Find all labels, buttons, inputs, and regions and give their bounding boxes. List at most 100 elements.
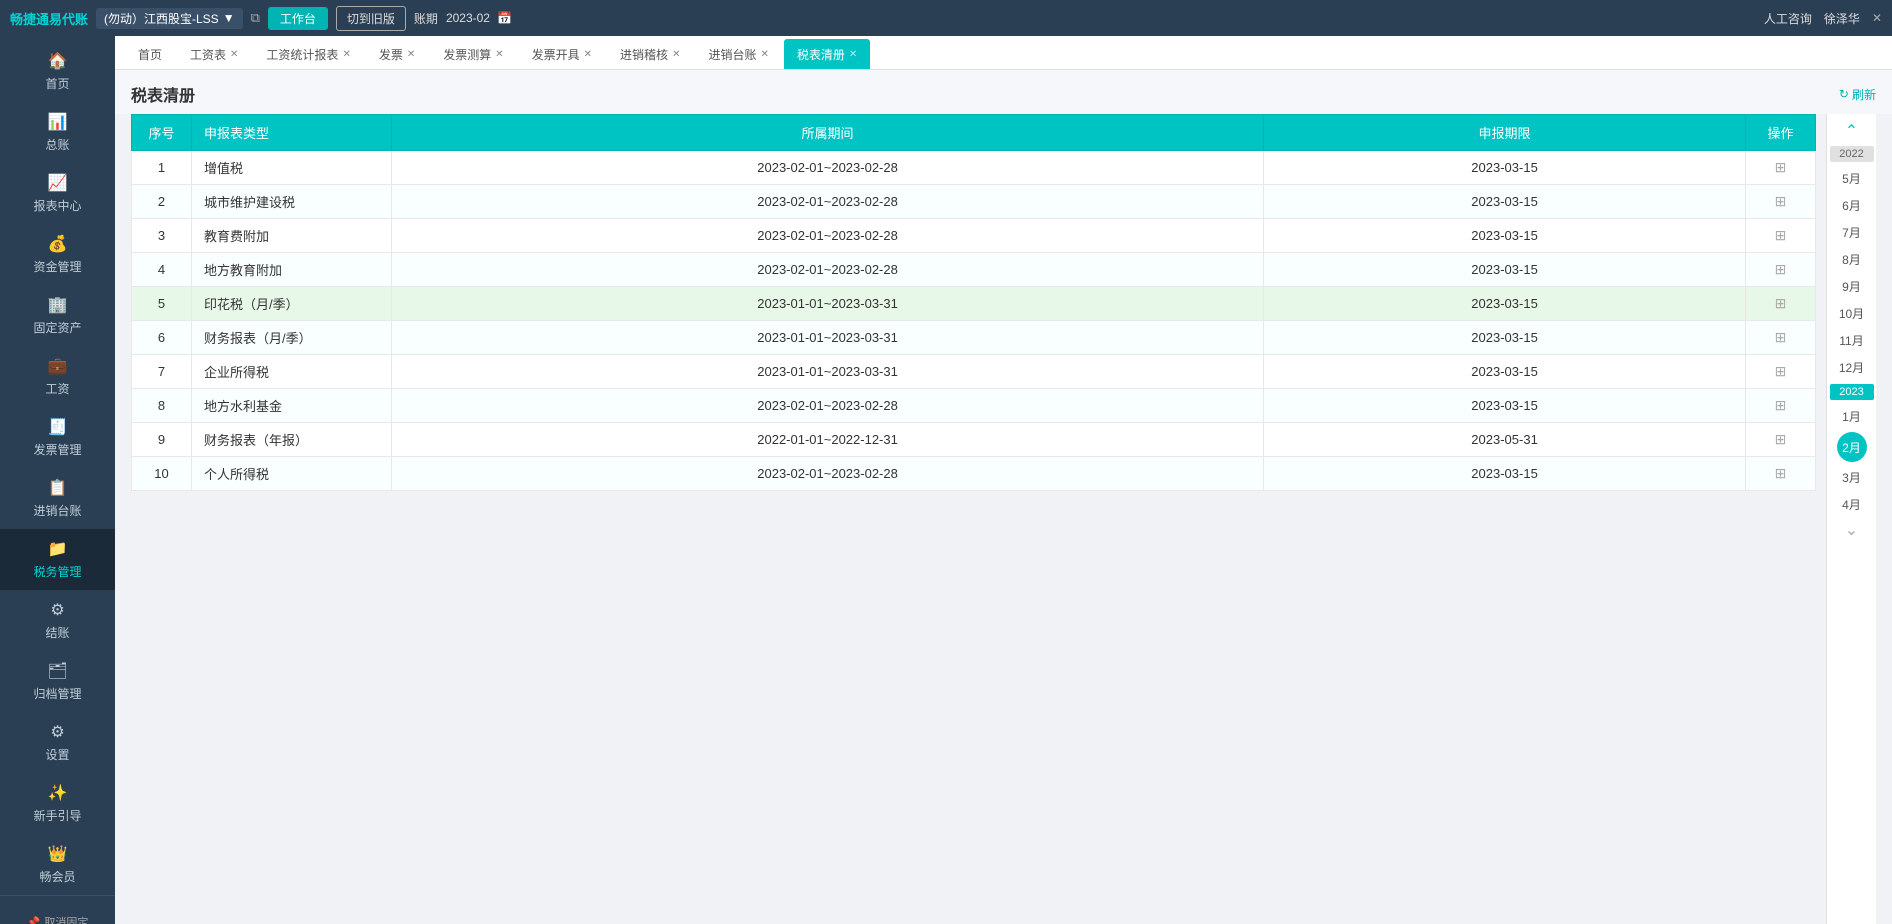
month-12[interactable]: 12月 bbox=[1830, 354, 1874, 381]
tab-salary-report[interactable]: 工资统计报表 ✕ bbox=[253, 39, 363, 69]
tab-close-tax-clear[interactable]: ✕ bbox=[849, 49, 857, 60]
month-9[interactable]: 9月 bbox=[1830, 273, 1874, 300]
action-icon[interactable]: ⊞ bbox=[1775, 397, 1787, 413]
invoice-icon: 🧾 bbox=[48, 417, 68, 437]
action-icon[interactable]: ⊞ bbox=[1775, 261, 1787, 277]
cell-seq: 6 bbox=[132, 321, 192, 355]
cell-action[interactable]: ⊞ bbox=[1746, 219, 1816, 253]
tab-close-import-account[interactable]: ✕ bbox=[760, 49, 768, 60]
company-selector[interactable]: (勿动）江西股宝-LSS ▼ bbox=[96, 8, 243, 29]
month-6[interactable]: 6月 bbox=[1830, 192, 1874, 219]
tab-close-import-check[interactable]: ✕ bbox=[672, 49, 680, 60]
cell-seq: 4 bbox=[132, 253, 192, 287]
tab-close-salary-report[interactable]: ✕ bbox=[342, 49, 350, 60]
tab-close-invoice-open[interactable]: ✕ bbox=[584, 49, 592, 60]
year-2023-label: 2023 bbox=[1830, 384, 1874, 400]
action-icon[interactable]: ⊞ bbox=[1775, 193, 1787, 209]
cell-action[interactable]: ⊞ bbox=[1746, 423, 1816, 457]
sidebar-item-tax-mgmt[interactable]: 📁 税务管理 bbox=[0, 529, 115, 590]
action-icon[interactable]: ⊞ bbox=[1775, 431, 1787, 447]
cell-deadline: 2023-03-15 bbox=[1264, 287, 1746, 321]
month-7[interactable]: 7月 bbox=[1830, 219, 1874, 246]
tab-import-check[interactable]: 进销稽核 ✕ bbox=[607, 39, 693, 69]
ledger-icon: 📊 bbox=[48, 112, 68, 132]
action-icon[interactable]: ⊞ bbox=[1775, 159, 1787, 175]
action-icon[interactable]: ⊞ bbox=[1775, 329, 1787, 345]
workbench-button[interactable]: 工作台 bbox=[268, 7, 328, 30]
support-link[interactable]: 人工咨询 bbox=[1764, 10, 1812, 27]
calendar-down-arrow[interactable]: ⌄ bbox=[1843, 518, 1860, 542]
cell-type: 教育费附加 bbox=[192, 219, 392, 253]
switch-old-button[interactable]: 切到旧版 bbox=[336, 6, 406, 31]
sidebar-item-new-guide[interactable]: ✨ 新手引导 bbox=[0, 773, 115, 834]
report-icon: 📈 bbox=[48, 173, 68, 193]
month-jan-2023[interactable]: 1月 bbox=[1830, 403, 1874, 430]
sidebar-item-salary[interactable]: 💼 工资 bbox=[0, 346, 115, 407]
user-menu[interactable]: 徐泽华 bbox=[1824, 10, 1860, 27]
sidebar-item-report-center[interactable]: 📈 报表中心 bbox=[0, 163, 115, 224]
sidebar-bottom: 📌 取消固定 bbox=[0, 895, 115, 924]
tab-tax-clear[interactable]: 税表清册 ✕ bbox=[784, 39, 870, 69]
cell-action[interactable]: ⊞ bbox=[1746, 457, 1816, 491]
tab-invoice[interactable]: 发票 ✕ bbox=[366, 39, 428, 69]
tab-close-salary[interactable]: ✕ bbox=[230, 49, 238, 60]
archive-icon: 🗂 bbox=[47, 661, 67, 681]
action-icon[interactable]: ⊞ bbox=[1775, 295, 1787, 311]
table-row: 10 个人所得税 2023-02-01~2023-02-28 2023-03-1… bbox=[132, 457, 1816, 491]
cell-deadline: 2023-03-15 bbox=[1264, 321, 1746, 355]
cell-action[interactable]: ⊞ bbox=[1746, 185, 1816, 219]
dropdown-icon: ▼ bbox=[223, 11, 235, 25]
calendar-up-arrow[interactable]: ⌃ bbox=[1843, 119, 1860, 143]
action-icon[interactable]: ⊞ bbox=[1775, 227, 1787, 243]
tab-import-account[interactable]: 进销台账 ✕ bbox=[695, 39, 781, 69]
tab-close-invoice[interactable]: ✕ bbox=[407, 49, 415, 60]
month-feb-2023[interactable]: 2月 bbox=[1837, 432, 1867, 462]
month-5[interactable]: 5月 bbox=[1830, 165, 1874, 192]
tab-home[interactable]: 首页 bbox=[125, 39, 175, 69]
cell-action[interactable]: ⊞ bbox=[1746, 151, 1816, 185]
month-apr-2023[interactable]: 4月 bbox=[1830, 491, 1874, 518]
close-window-icon[interactable]: ✕ bbox=[1872, 11, 1882, 25]
sidebar-item-home[interactable]: 🏠 首页 bbox=[0, 41, 115, 102]
cell-period: 2023-02-01~2023-02-28 bbox=[392, 253, 1264, 287]
cell-action[interactable]: ⊞ bbox=[1746, 253, 1816, 287]
cell-action[interactable]: ⊞ bbox=[1746, 321, 1816, 355]
action-icon[interactable]: ⊞ bbox=[1775, 465, 1787, 481]
cell-action[interactable]: ⊞ bbox=[1746, 287, 1816, 321]
calendar-icon[interactable]: 📅 bbox=[497, 11, 512, 25]
cell-type: 城市维护建设税 bbox=[192, 185, 392, 219]
sidebar-item-invoice-mgmt[interactable]: 🧾 发票管理 bbox=[0, 407, 115, 468]
sidebar-item-import-account[interactable]: 📋 进销台账 bbox=[0, 468, 115, 529]
import-icon: 📋 bbox=[48, 478, 68, 498]
cell-period: 2023-01-01~2023-03-31 bbox=[392, 287, 1264, 321]
cell-period: 2023-02-01~2023-02-28 bbox=[392, 389, 1264, 423]
sidebar-item-general-ledger[interactable]: 📊 总账 bbox=[0, 102, 115, 163]
refresh-icon: ↻ bbox=[1839, 87, 1849, 101]
tab-salary[interactable]: 工资表 ✕ bbox=[177, 39, 251, 69]
col-header-type: 申报表类型 bbox=[192, 115, 392, 151]
cell-period: 2022-01-01~2022-12-31 bbox=[392, 423, 1264, 457]
sidebar-item-archive-mgmt[interactable]: 🗂 归档管理 bbox=[0, 651, 115, 712]
sidebar-item-settings[interactable]: ⚙ 设置 bbox=[0, 712, 115, 773]
cell-action[interactable]: ⊞ bbox=[1746, 389, 1816, 423]
month-mar-2023[interactable]: 3月 bbox=[1830, 464, 1874, 491]
cancel-pin-button[interactable]: 📌 取消固定 bbox=[0, 906, 115, 924]
page-actions: ↻ 刷新 bbox=[1839, 86, 1876, 103]
action-icon[interactable]: ⊞ bbox=[1775, 363, 1787, 379]
fund-icon: 💰 bbox=[48, 234, 68, 254]
sidebar-item-fund-mgmt[interactable]: 💰 资金管理 bbox=[0, 224, 115, 285]
tab-invoice-calc[interactable]: 发票测算 ✕ bbox=[430, 39, 516, 69]
tab-close-invoice-calc[interactable]: ✕ bbox=[495, 49, 503, 60]
cell-action[interactable]: ⊞ bbox=[1746, 355, 1816, 389]
copy-icon[interactable]: ⧉ bbox=[251, 10, 260, 26]
month-10[interactable]: 10月 bbox=[1830, 300, 1874, 327]
refresh-button[interactable]: ↻ 刷新 bbox=[1839, 86, 1876, 103]
month-8[interactable]: 8月 bbox=[1830, 246, 1874, 273]
tab-invoice-open[interactable]: 发票开具 ✕ bbox=[519, 39, 605, 69]
sidebar-item-settlement[interactable]: ⚙ 结账 bbox=[0, 590, 115, 651]
sidebar-item-fixed-assets[interactable]: 🏢 固定资产 bbox=[0, 285, 115, 346]
cell-deadline: 2023-03-15 bbox=[1264, 185, 1746, 219]
month-11[interactable]: 11月 bbox=[1830, 327, 1874, 354]
guide-icon: ✨ bbox=[48, 783, 68, 803]
sidebar-item-member[interactable]: 👑 畅会员 bbox=[0, 834, 115, 895]
